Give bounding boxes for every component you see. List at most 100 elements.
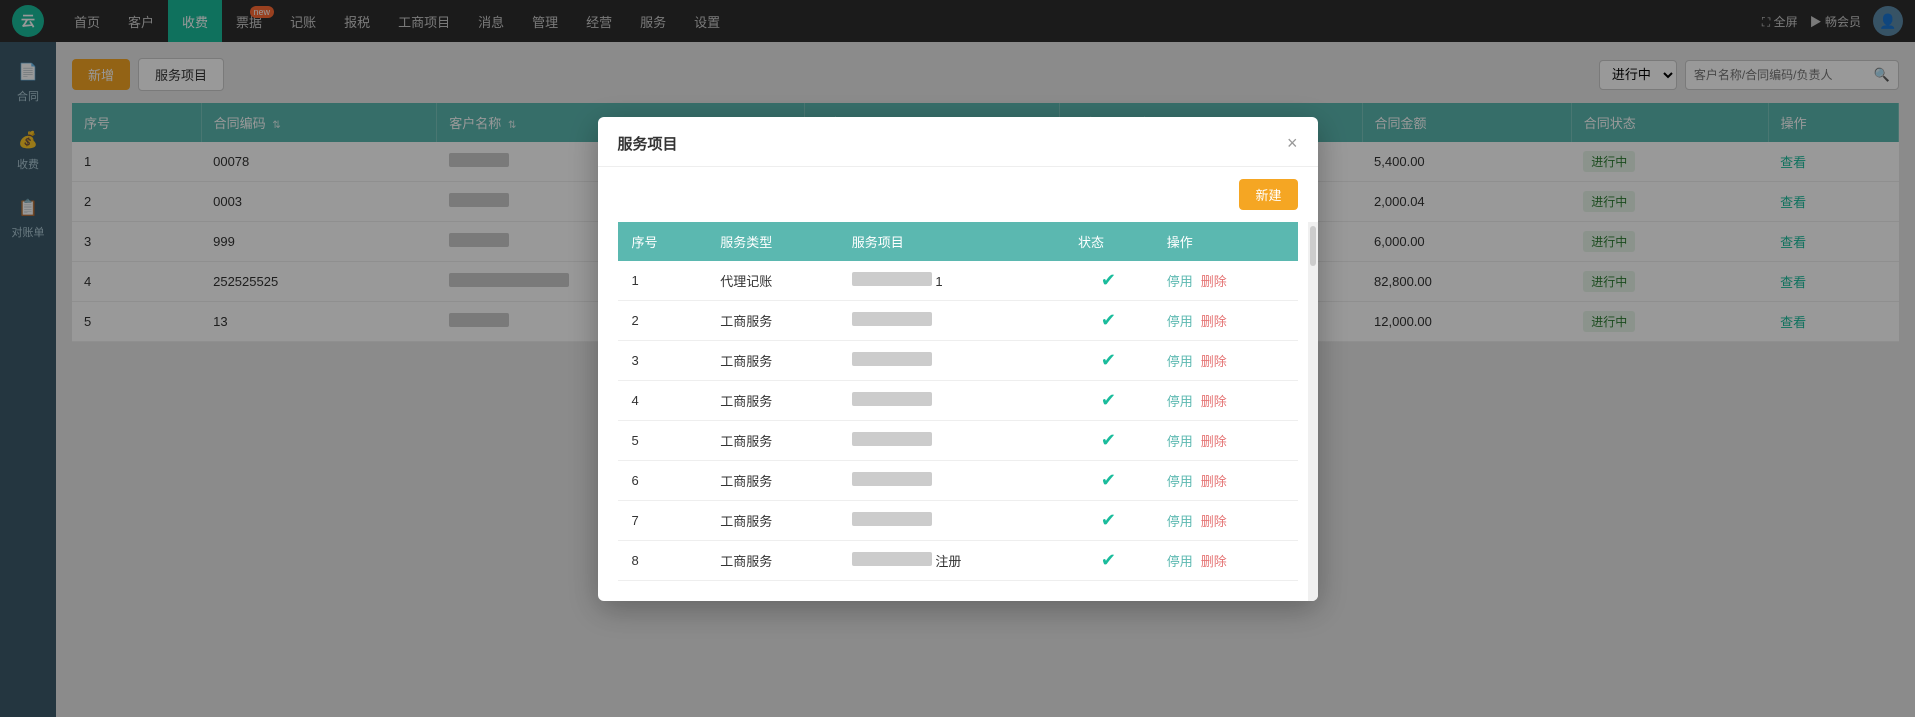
modal-cell-type: 工商服务 — [706, 500, 838, 540]
modal-cell-item: 1 — [838, 261, 1064, 301]
scrollbar-track — [1308, 222, 1318, 601]
modal-cell-seq: 7 — [618, 500, 707, 540]
modal-col-1: 服务类型 — [706, 222, 838, 261]
delete-action[interactable]: 删除 — [1201, 314, 1227, 329]
blurred-item — [852, 392, 932, 406]
item-suffix: 注册 — [932, 554, 962, 569]
scrollbar-thumb[interactable] — [1310, 226, 1316, 266]
status-check-icon: ✔ — [1078, 310, 1139, 331]
modal-cell-item — [838, 500, 1064, 540]
modal-toolbar: 新建 — [598, 167, 1318, 222]
disable-action[interactable]: 停用 — [1167, 434, 1193, 449]
modal-cell-seq: 3 — [618, 340, 707, 380]
blurred-item — [852, 512, 932, 526]
modal-cell-actions: 停用删除 — [1153, 500, 1298, 540]
modal-cell-item: 注册 — [838, 540, 1064, 580]
modal-cell-item — [838, 380, 1064, 420]
disable-action[interactable]: 停用 — [1167, 274, 1193, 289]
modal-cell-seq: 2 — [618, 300, 707, 340]
modal-cell-item — [838, 300, 1064, 340]
modal-cell-actions: 停用删除 — [1153, 261, 1298, 301]
disable-action[interactable]: 停用 — [1167, 514, 1193, 529]
disable-action[interactable]: 停用 — [1167, 554, 1193, 569]
modal-cell-actions: 停用删除 — [1153, 540, 1298, 580]
modal-cell-actions: 停用删除 — [1153, 380, 1298, 420]
delete-action[interactable]: 删除 — [1201, 514, 1227, 529]
modal-col-0: 序号 — [618, 222, 707, 261]
delete-action[interactable]: 删除 — [1201, 554, 1227, 569]
modal-cell-seq: 8 — [618, 540, 707, 580]
delete-action[interactable]: 删除 — [1201, 394, 1227, 409]
modal-table-row: 2工商服务 ✔ 停用删除 — [618, 300, 1298, 340]
item-suffix: 1 — [932, 274, 943, 289]
delete-action[interactable]: 删除 — [1201, 474, 1227, 489]
status-check-icon: ✔ — [1078, 510, 1139, 531]
service-items-modal: 服务项目 × 新建 序号服务类型服务项目状态操作 1代理记账 1✔停用删除2工商… — [598, 117, 1318, 601]
status-check-icon: ✔ — [1078, 270, 1139, 291]
modal-table-row: 3工商服务 ✔ 停用删除 — [618, 340, 1298, 380]
modal-cell-status: ✔ — [1064, 540, 1153, 580]
modal-col-4: 操作 — [1153, 222, 1298, 261]
status-check-icon: ✔ — [1078, 350, 1139, 371]
modal-table-row: 7工商服务 ✔ 停用删除 — [618, 500, 1298, 540]
modal-cell-status: ✔ — [1064, 460, 1153, 500]
modal-cell-status: ✔ — [1064, 300, 1153, 340]
status-check-icon: ✔ — [1078, 390, 1139, 411]
blurred-item — [852, 352, 932, 366]
disable-action[interactable]: 停用 — [1167, 354, 1193, 369]
modal-overlay[interactable]: 服务项目 × 新建 序号服务类型服务项目状态操作 1代理记账 1✔停用删除2工商… — [0, 0, 1915, 717]
modal-cell-actions: 停用删除 — [1153, 420, 1298, 460]
modal-cell-type: 代理记账 — [706, 261, 838, 301]
modal-cell-status: ✔ — [1064, 420, 1153, 460]
modal-cell-status: ✔ — [1064, 340, 1153, 380]
modal-header: 服务项目 × — [598, 117, 1318, 167]
modal-table: 序号服务类型服务项目状态操作 1代理记账 1✔停用删除2工商服务✔停用删除3工商… — [618, 222, 1298, 581]
modal-title: 服务项目 — [618, 133, 678, 154]
modal-table-row: 6工商服务 ✔ 停用删除 — [618, 460, 1298, 500]
blurred-item — [852, 472, 932, 486]
disable-action[interactable]: 停用 — [1167, 474, 1193, 489]
modal-cell-seq: 1 — [618, 261, 707, 301]
blurred-item — [852, 432, 932, 446]
disable-action[interactable]: 停用 — [1167, 314, 1193, 329]
modal-cell-type: 工商服务 — [706, 340, 838, 380]
blurred-item — [852, 272, 932, 286]
modal-table-row: 1代理记账 1✔停用删除 — [618, 261, 1298, 301]
modal-cell-actions: 停用删除 — [1153, 460, 1298, 500]
status-check-icon: ✔ — [1078, 430, 1139, 451]
blurred-item — [852, 552, 932, 566]
modal-cell-item — [838, 420, 1064, 460]
modal-cell-item — [838, 340, 1064, 380]
modal-table-row: 8工商服务 注册 ✔ 停用删除 — [618, 540, 1298, 580]
delete-action[interactable]: 删除 — [1201, 434, 1227, 449]
modal-table-row: 4工商服务 ✔ 停用删除 — [618, 380, 1298, 420]
modal-table-header: 序号服务类型服务项目状态操作 — [618, 222, 1298, 261]
modal-close-button[interactable]: × — [1287, 134, 1298, 152]
modal-cell-status: ✔ — [1064, 500, 1153, 540]
modal-body: 序号服务类型服务项目状态操作 1代理记账 1✔停用删除2工商服务✔停用删除3工商… — [598, 222, 1318, 601]
modal-cell-type: 工商服务 — [706, 380, 838, 420]
modal-table-body: 1代理记账 1✔停用删除2工商服务✔停用删除3工商服务✔停用删除4工商服务✔停用… — [618, 261, 1298, 581]
blurred-item — [852, 312, 932, 326]
disable-action[interactable]: 停用 — [1167, 394, 1193, 409]
modal-cell-item — [838, 460, 1064, 500]
modal-col-3: 状态 — [1064, 222, 1153, 261]
delete-action[interactable]: 删除 — [1201, 274, 1227, 289]
modal-cell-type: 工商服务 — [706, 460, 838, 500]
modal-cell-type: 工商服务 — [706, 300, 838, 340]
modal-cell-seq: 4 — [618, 380, 707, 420]
status-check-icon: ✔ — [1078, 470, 1139, 491]
modal-cell-status: ✔ — [1064, 261, 1153, 301]
status-check-icon: ✔ — [1078, 550, 1139, 571]
modal-cell-seq: 6 — [618, 460, 707, 500]
modal-cell-seq: 5 — [618, 420, 707, 460]
modal-cell-actions: 停用删除 — [1153, 340, 1298, 380]
delete-action[interactable]: 删除 — [1201, 354, 1227, 369]
modal-cell-type: 工商服务 — [706, 420, 838, 460]
modal-cell-type: 工商服务 — [706, 540, 838, 580]
modal-table-row: 5工商服务 ✔ 停用删除 — [618, 420, 1298, 460]
modal-new-button[interactable]: 新建 — [1239, 179, 1297, 210]
modal-cell-actions: 停用删除 — [1153, 300, 1298, 340]
modal-cell-status: ✔ — [1064, 380, 1153, 420]
modal-col-2: 服务项目 — [838, 222, 1064, 261]
